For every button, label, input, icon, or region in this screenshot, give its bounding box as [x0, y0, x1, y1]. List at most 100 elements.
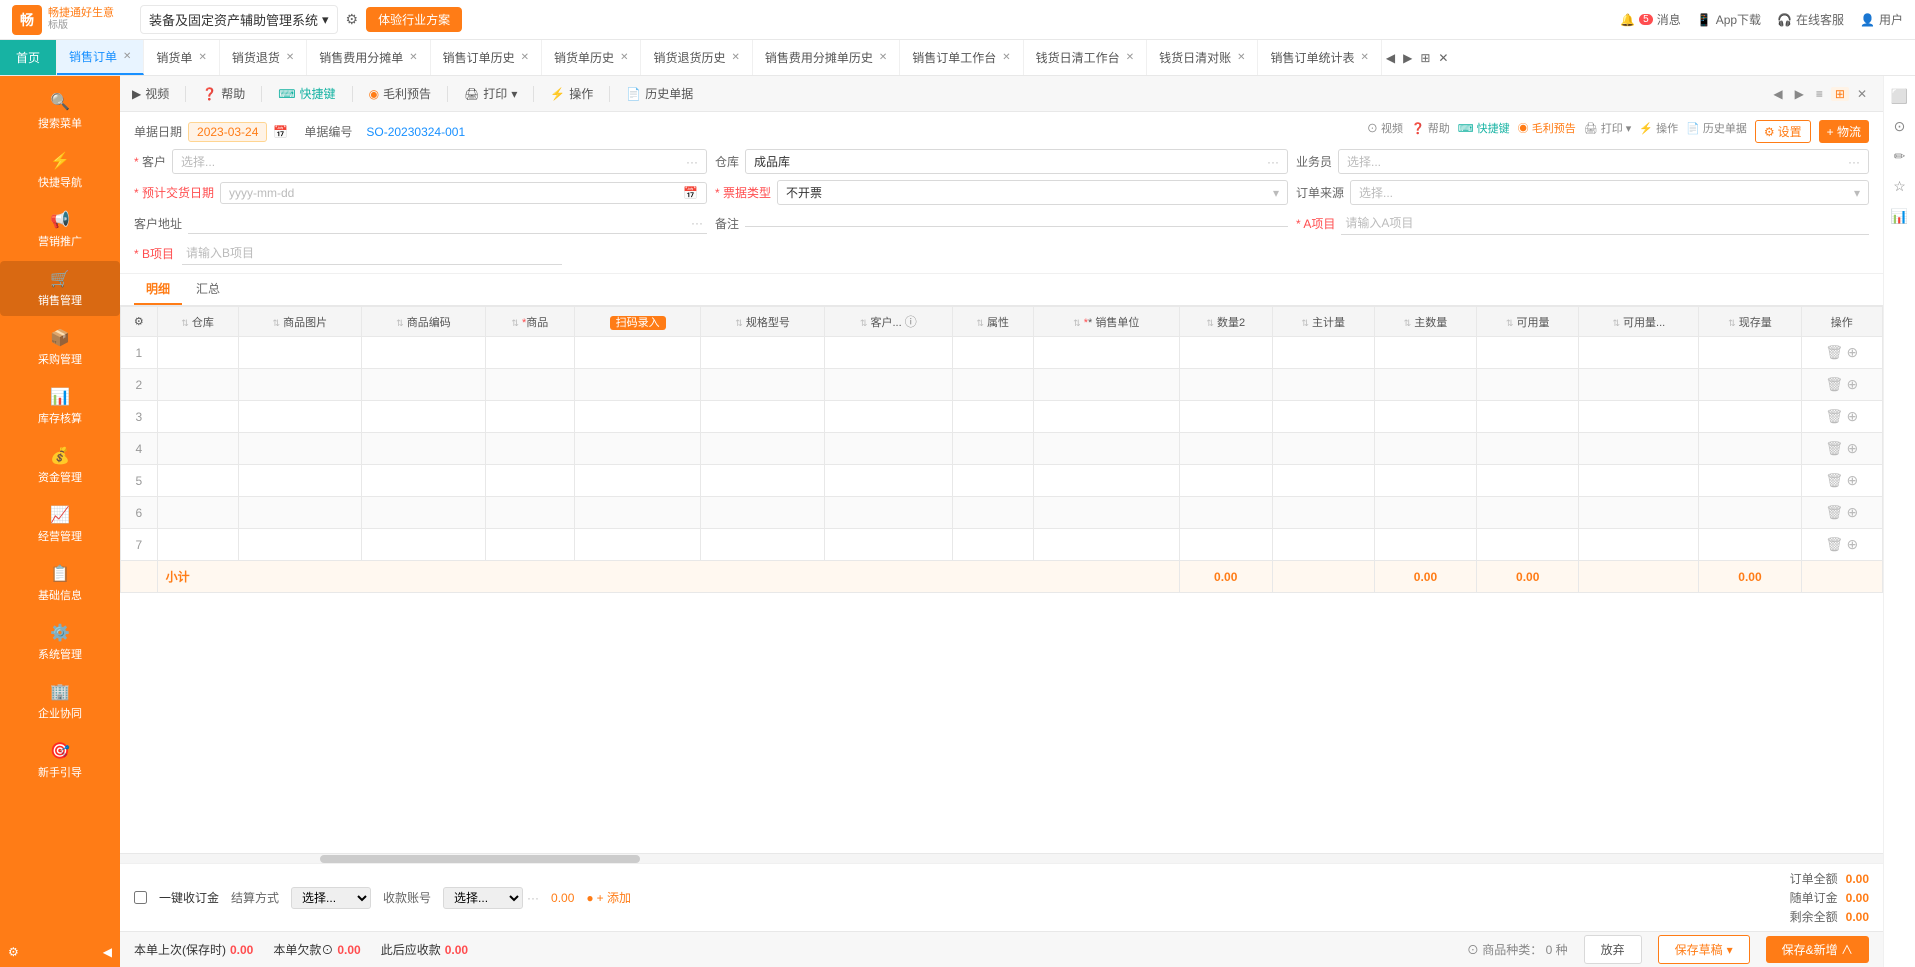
delete-row-icon[interactable]: 🗑	[1825, 376, 1843, 392]
toolbar-profit[interactable]: ◉ 毛利预告	[369, 85, 432, 102]
tab-sales-order[interactable]: 销售订单 ✕	[57, 40, 144, 75]
collapse-icon[interactable]: ◀	[103, 945, 112, 959]
delete-row-icon[interactable]: 🗑	[1825, 408, 1843, 424]
customer-dots[interactable]: ···	[686, 155, 698, 169]
right-tool-4[interactable]: ☆	[1888, 174, 1912, 198]
col-qty2[interactable]: ⇅ 数量2	[1179, 307, 1272, 337]
sidebar-item-system[interactable]: ⚙️ 系统管理	[0, 615, 120, 670]
add-payment-button[interactable]: ● + 添加	[586, 889, 631, 906]
scrollbar-area[interactable]	[120, 853, 1883, 863]
horizontal-scrollbar[interactable]	[320, 855, 640, 863]
sidebar-item-guide[interactable]: ⚡ 快捷导航	[0, 143, 120, 198]
nav-prev-btn[interactable]: ◀	[1769, 87, 1786, 101]
print-btn[interactable]: 🖨 打印 ▾	[1584, 120, 1632, 143]
app-download-button[interactable]: 📱 App下载	[1697, 11, 1761, 28]
right-tool-3[interactable]: ✏	[1888, 144, 1912, 168]
online-service-button[interactable]: 🎧 在线客服	[1777, 11, 1844, 28]
copy-row-icon[interactable]: ⊕	[1846, 472, 1858, 488]
profit-btn[interactable]: ◉ 毛利预告	[1518, 120, 1576, 143]
close-icon[interactable]: ✕	[1361, 52, 1369, 63]
col-image[interactable]: ⇅ 商品图片	[238, 307, 362, 337]
tab-sales-fee[interactable]: 销售费用分摊单 ✕	[307, 40, 430, 75]
tab-scroll-right[interactable]: ▶	[1399, 40, 1416, 75]
sidebar-item-newbie[interactable]: 🎯 新手引导	[0, 733, 120, 788]
add-logistics-button[interactable]: + 物流	[1819, 120, 1869, 143]
customer-placeholder[interactable]: 选择...	[181, 153, 686, 170]
expected-date-input[interactable]: yyyy-mm-dd	[229, 186, 683, 200]
copy-row-icon[interactable]: ⊕	[1846, 536, 1858, 552]
col-attr[interactable]: ⇅ 属性	[952, 307, 1033, 337]
tab-order-workbench[interactable]: 销售订单工作台 ✕	[900, 40, 1023, 75]
nav-next-btn[interactable]: ▶	[1791, 87, 1808, 101]
tab-summary[interactable]: 汇总	[184, 274, 232, 305]
solution-button[interactable]: 体验行业方案	[366, 7, 462, 32]
copy-row-icon[interactable]: ⊕	[1846, 440, 1858, 456]
help-btn[interactable]: ❓ 帮助	[1411, 120, 1450, 143]
close-icon[interactable]: ✕	[409, 52, 417, 63]
close-icon[interactable]: ✕	[198, 52, 206, 63]
sidebar-item-marketing[interactable]: 📢 营销推广	[0, 202, 120, 257]
one-click-deposit-checkbox[interactable]	[134, 891, 147, 904]
col-settings[interactable]: ⚙	[121, 307, 158, 337]
col-customer-code[interactable]: ⇅ 客户... ⓘ	[824, 307, 952, 337]
close-icon[interactable]: ✕	[1002, 52, 1010, 63]
tab-fee-history[interactable]: 销售费用分摊单历史 ✕	[753, 40, 900, 75]
tab-scroll-left[interactable]: ◀	[1382, 40, 1399, 75]
tab-order-stats[interactable]: 销售订单统计表 ✕	[1258, 40, 1381, 75]
save-draft-button[interactable]: 保存草稿 ▾	[1658, 935, 1750, 964]
grid-view-btn[interactable]: ⊞	[1831, 87, 1849, 101]
calendar-icon2[interactable]: 📅	[683, 186, 698, 200]
address-dots[interactable]: ···	[691, 216, 703, 230]
col-main-qty[interactable]: ⇅ 主数量	[1374, 307, 1476, 337]
tab-close-all[interactable]: ✕	[1434, 40, 1452, 75]
chevron-down-icon3[interactable]: ▾	[1854, 186, 1860, 200]
calendar-icon[interactable]: 📅	[273, 125, 288, 139]
sidebar-item-operation[interactable]: 📈 经营管理	[0, 497, 120, 552]
col-warehouse[interactable]: ⇅ 仓库	[157, 307, 238, 337]
copy-row-icon[interactable]: ⊕	[1846, 344, 1858, 360]
delete-row-icon[interactable]: 🗑	[1825, 504, 1843, 520]
col-spec[interactable]: ⇅ 规格型号	[701, 307, 825, 337]
chevron-down-icon2[interactable]: ▾	[1273, 186, 1279, 200]
list-view-btn[interactable]: ≡	[1812, 87, 1827, 101]
order-source-placeholder[interactable]: 选择...	[1359, 184, 1854, 201]
sidebar-item-sales[interactable]: 🛒 销售管理	[0, 261, 120, 316]
close-icon[interactable]: ✕	[620, 52, 628, 63]
tab-daily-reconcile[interactable]: 钱货日清对账 ✕	[1147, 40, 1258, 75]
sidebar-item-search[interactable]: 🔍 搜索菜单	[0, 84, 120, 139]
a-project-input[interactable]: 请输入A项目	[1345, 216, 1413, 230]
notification-button[interactable]: 🔔 5 消息	[1620, 11, 1681, 28]
close-icon[interactable]: ✕	[123, 51, 131, 62]
tab-daily-workbench[interactable]: 钱货日清工作台 ✕	[1024, 40, 1147, 75]
sidebar-item-finance[interactable]: 💰 资金管理	[0, 438, 120, 493]
col-available2[interactable]: ⇅ 可用量...	[1579, 307, 1699, 337]
history-btn[interactable]: 📄 历史单据	[1686, 120, 1747, 143]
sidebar-item-inventory[interactable]: 📊 库存核算	[0, 379, 120, 434]
discard-button[interactable]: 放弃	[1584, 935, 1642, 964]
sidebar-item-purchase[interactable]: 📦 采购管理	[0, 320, 120, 375]
tab-goods-history[interactable]: 销货单历史 ✕	[542, 40, 641, 75]
payment-method-select[interactable]: 选择...	[291, 887, 371, 909]
toolbar-history[interactable]: 📄 历史单据	[626, 85, 693, 102]
toolbar-print[interactable]: 🖨 打印 ▾	[464, 85, 517, 102]
sidebar-item-enterprise[interactable]: 🏢 企业协同	[0, 674, 120, 729]
delete-row-icon[interactable]: 🗑	[1825, 536, 1843, 552]
account-dots[interactable]: ···	[527, 891, 539, 905]
tab-sales-order-history[interactable]: 销售订单历史 ✕	[431, 40, 542, 75]
staff-placeholder[interactable]: 选择...	[1347, 153, 1848, 170]
toolbar-help[interactable]: ❓ 帮助	[202, 85, 245, 102]
col-stock[interactable]: ⇅ 现存量	[1699, 307, 1801, 337]
close-icon[interactable]: ✕	[731, 52, 739, 63]
col-available[interactable]: ⇅ 可用量	[1477, 307, 1579, 337]
tab-sales-goods[interactable]: 销货单 ✕	[144, 40, 219, 75]
op-btn[interactable]: ⚡ 操作	[1639, 120, 1678, 143]
close-icon[interactable]: ✕	[1237, 52, 1245, 63]
copy-row-icon[interactable]: ⊕	[1846, 408, 1858, 424]
close-icon[interactable]: ✕	[286, 52, 294, 63]
delete-row-icon[interactable]: 🗑	[1825, 344, 1843, 360]
delete-row-icon[interactable]: 🗑	[1825, 440, 1843, 456]
toolbar-video[interactable]: ▶ 视频	[132, 85, 169, 102]
date-value[interactable]: 2023-03-24	[188, 122, 267, 142]
copy-row-icon[interactable]: ⊕	[1846, 376, 1858, 392]
col-main-unit[interactable]: ⇅ 主计量	[1272, 307, 1374, 337]
